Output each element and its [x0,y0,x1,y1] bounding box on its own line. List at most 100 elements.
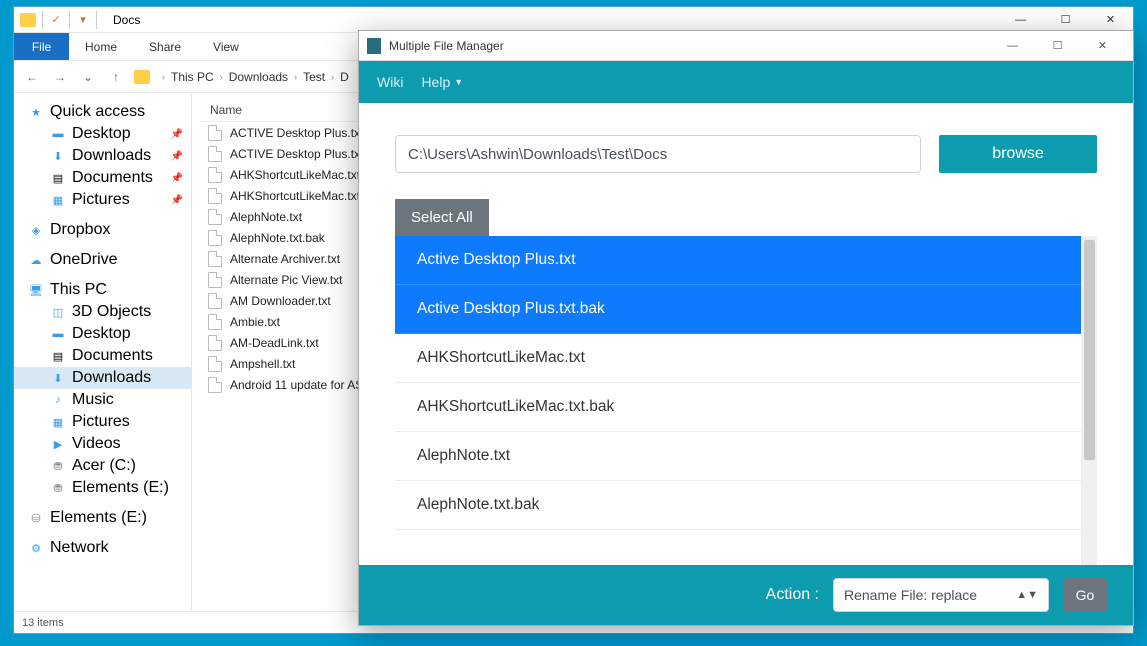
nav-dropbox[interactable]: ◈Dropbox [14,219,191,241]
file-icon [208,335,222,351]
home-tab[interactable]: Home [69,33,133,60]
crumb-segment[interactable]: D [340,70,349,84]
nav-3d-objects[interactable]: ◫3D Objects [14,301,191,323]
nav-downloads[interactable]: ⬇Downloads📌 [14,145,191,167]
menu-wiki[interactable]: Wiki [377,74,403,90]
path-input[interactable] [395,135,921,173]
file-icon [208,188,222,204]
list-item[interactable]: Active Desktop Plus.txt [395,236,1081,285]
caret-down-icon: ▼ [454,77,463,87]
forward-button[interactable]: → [50,67,70,87]
file-icon [208,377,222,393]
view-tab[interactable]: View [197,33,255,60]
file-name: Android 11 update for ASU [230,378,372,392]
app-icon [367,38,381,54]
mfm-file-list: Active Desktop Plus.txtActive Desktop Pl… [395,236,1082,565]
desktop-icon: ▬ [50,127,66,141]
browse-button[interactable]: browse [939,135,1097,173]
breadcrumb[interactable]: › This PC› Downloads› Test› D [134,70,349,84]
nav-network[interactable]: ⚙Network [14,537,191,559]
file-name: Alternate Pic View.txt [230,273,343,287]
nav-pc-documents[interactable]: ▤Documents [14,345,191,367]
nav-quick-access[interactable]: ★Quick access [14,101,191,123]
dropdown-icon[interactable]: ▾ [76,13,90,27]
file-name: AHKShortcutLikeMac.txt [230,168,360,182]
separator [69,11,70,29]
mfm-footer: Action : Rename File: replace ▲▼ Go [359,565,1133,625]
file-name: AHKShortcutLikeMac.txt.ba [230,189,377,203]
drive-icon: ⛃ [50,459,66,473]
mfm-title-text: Multiple File Manager [389,39,504,53]
drive-icon: ⛁ [28,511,44,525]
documents-icon: ▤ [50,349,66,363]
file-icon [208,146,222,162]
nav-pictures[interactable]: ▦Pictures📌 [14,189,191,211]
downloads-icon: ⬇ [50,149,66,163]
nav-desktop[interactable]: ▬Desktop📌 [14,123,191,145]
nav-pc-desktop[interactable]: ▬Desktop [14,323,191,345]
action-select[interactable]: Rename File: replace ▲▼ [833,578,1049,612]
onedrive-icon: ☁ [28,253,44,267]
file-icon [208,314,222,330]
maximize-button[interactable]: ☐ [1035,32,1080,60]
file-tab[interactable]: File [14,33,69,60]
quick-access-icon[interactable]: ✓ [49,13,63,27]
nav-pc-pictures[interactable]: ▦Pictures [14,411,191,433]
minimize-button[interactable]: — [998,7,1043,33]
up-button[interactable]: ↑ [106,67,126,87]
star-icon: ★ [28,105,44,119]
file-icon [208,272,222,288]
pictures-icon: ▦ [50,193,66,207]
list-item[interactable]: AlephNote.txt [395,432,1081,481]
select-arrows-icon: ▲▼ [1016,589,1038,601]
scrollbar-thumb[interactable] [1084,240,1095,460]
file-name: AlephNote.txt.bak [230,231,325,245]
file-icon [208,356,222,372]
minimize-button[interactable]: — [990,32,1035,60]
network-icon: ⚙ [28,541,44,555]
close-button[interactable]: ✕ [1088,7,1133,33]
action-label: Action : [766,586,819,604]
list-item[interactable]: AHKShortcutLikeMac.txt [395,334,1081,383]
scrollbar[interactable] [1082,236,1097,565]
select-all-button[interactable]: Select All [395,199,489,236]
nav-drive-c[interactable]: ⛃Acer (C:) [14,455,191,477]
nav-pc-videos[interactable]: ▶Videos [14,433,191,455]
nav-onedrive[interactable]: ☁OneDrive [14,249,191,271]
share-tab[interactable]: Share [133,33,197,60]
3d-icon: ◫ [50,305,66,319]
list-item[interactable]: AHKShortcutLikeMac.txt.bak [395,383,1081,432]
list-item[interactable]: AlephNote.txt.bak [395,481,1081,530]
nav-pc-downloads[interactable]: ⬇Downloads [14,367,191,389]
explorer-nav-tree: ★Quick access ▬Desktop📌 ⬇Downloads📌 ▤Doc… [14,93,192,611]
mfm-titlebar[interactable]: Multiple File Manager — ☐ ✕ [359,31,1133,61]
file-name: ACTIVE Desktop Plus.txt [230,126,363,140]
nav-pc-music[interactable]: ♪Music [14,389,191,411]
crumb-segment[interactable]: Test [303,70,325,84]
nav-documents[interactable]: ▤Documents📌 [14,167,191,189]
file-icon [208,125,222,141]
nav-elements[interactable]: ⛁Elements (E:) [14,507,191,529]
nav-this-pc[interactable]: 🖥This PC [14,279,191,301]
file-name: Alternate Archiver.txt [230,252,340,266]
close-button[interactable]: ✕ [1080,32,1125,60]
separator [42,11,43,29]
crumb-segment[interactable]: This PC [171,70,214,84]
mfm-menubar: Wiki Help▼ [359,61,1133,103]
crumb-segment[interactable]: Downloads [229,70,288,84]
nav-drive-e[interactable]: ⛃Elements (E:) [14,477,191,499]
file-name: AM-DeadLink.txt [230,336,319,350]
music-icon: ♪ [50,393,66,407]
list-item[interactable]: Active Desktop Plus.txt.bak [395,285,1081,334]
maximize-button[interactable]: ☐ [1043,7,1088,33]
file-icon [208,251,222,267]
file-icon [208,209,222,225]
mfm-window: Multiple File Manager — ☐ ✕ Wiki Help▼ b… [358,30,1134,626]
pc-icon: 🖥 [28,283,44,297]
desktop-icon: ▬ [50,327,66,341]
menu-help[interactable]: Help▼ [421,74,463,90]
recent-dropdown[interactable]: ⌄ [78,67,98,87]
documents-icon: ▤ [50,171,66,185]
go-button[interactable]: Go [1063,578,1107,612]
back-button[interactable]: ← [22,67,42,87]
